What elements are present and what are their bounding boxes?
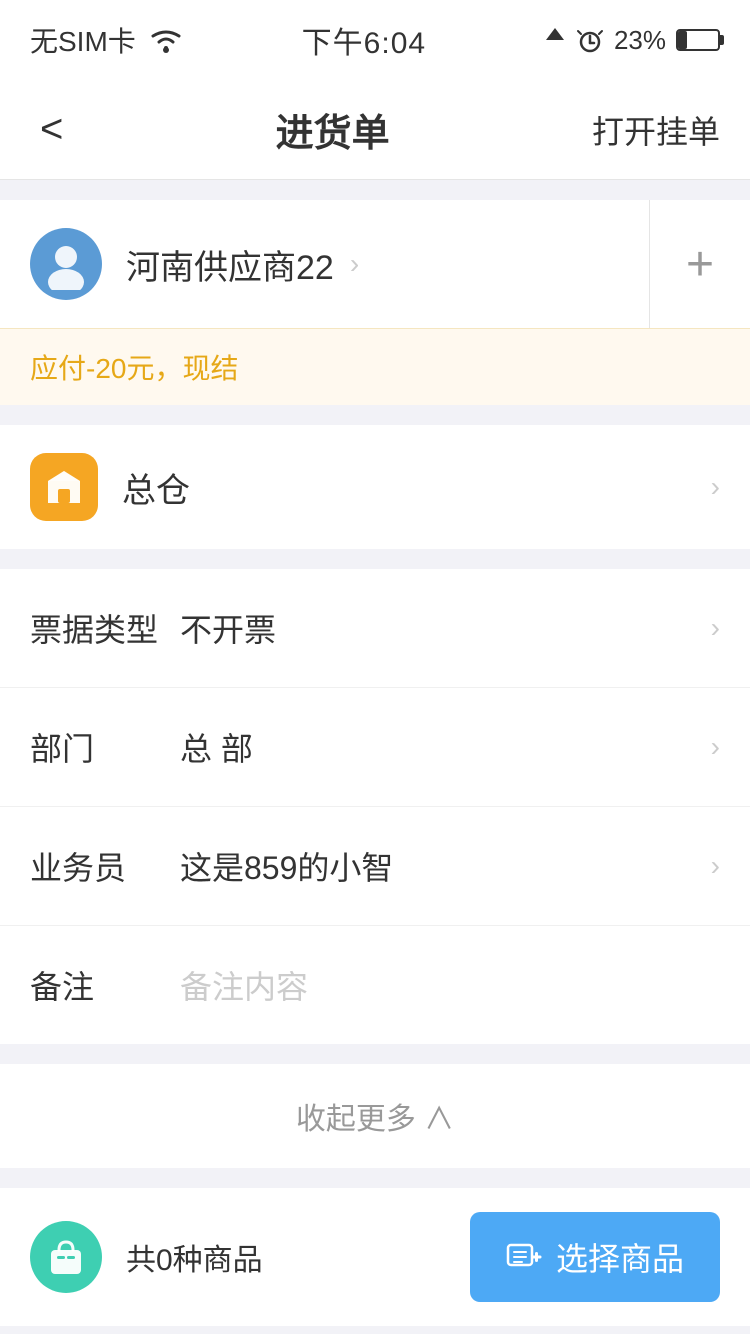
goods-count-label: 共0种商品 — [126, 1235, 470, 1279]
battery-percent: 23% — [614, 25, 666, 56]
location-icon — [544, 26, 566, 54]
remark-row[interactable]: 备注 备注内容 — [0, 926, 750, 1044]
remark-label: 备注 — [30, 962, 180, 1008]
collapse-label: 收起更多 ∧ — [296, 1094, 454, 1138]
status-bar: 无SIM卡 下午6:04 23% — [0, 0, 750, 80]
warehouse-row[interactable]: 总仓 › — [0, 425, 750, 549]
invoice-type-chevron-icon: › — [711, 612, 720, 644]
supplier-chevron-icon: › — [350, 248, 359, 280]
supplier-row[interactable]: 河南供应商22 › — [0, 200, 650, 328]
warehouse-name: 总仓 — [122, 463, 711, 512]
salesperson-value: 这是859的小智 — [180, 843, 695, 889]
warehouse-icon — [30, 453, 98, 521]
department-chevron-icon: › — [711, 731, 720, 763]
status-right: 23% — [544, 25, 720, 56]
salesperson-label: 业务员 — [30, 843, 180, 889]
status-time: 下午6:04 — [302, 18, 426, 62]
notice-text: 应付-20元，现结 — [30, 353, 238, 384]
remark-input[interactable]: 备注内容 — [180, 962, 720, 1008]
department-value: 总 部 — [180, 724, 695, 770]
select-goods-label: 选择商品 — [556, 1234, 684, 1280]
notice-bar: 应付-20元，现结 — [0, 328, 750, 405]
goods-icon — [30, 1221, 102, 1293]
collapse-section: 收起更多 ∧ — [0, 1064, 750, 1168]
department-row[interactable]: 部门 总 部 › — [0, 688, 750, 807]
supplier-section: 河南供应商22 › + — [0, 200, 750, 328]
open-pending-button[interactable]: 打开挂单 — [592, 107, 720, 153]
supplier-name: 河南供应商22 — [126, 240, 334, 289]
back-button[interactable]: < — [30, 97, 73, 162]
department-label: 部门 — [30, 724, 180, 770]
nav-bar: < 进货单 打开挂单 — [0, 80, 750, 180]
battery-icon — [676, 29, 720, 51]
add-supplier-button[interactable]: + — [650, 200, 750, 328]
form-section: 票据类型 不开票 › 部门 总 部 › 业务员 这是859的小智 › 备注 备注… — [0, 569, 750, 1044]
warehouse-chevron-icon: › — [711, 471, 720, 503]
salesperson-row[interactable]: 业务员 这是859的小智 › — [0, 807, 750, 926]
section-gap-1 — [0, 180, 750, 200]
select-goods-button[interactable]: 选择商品 — [470, 1212, 720, 1302]
select-goods-icon — [506, 1239, 542, 1275]
carrier-label: 无SIM卡 — [30, 20, 136, 60]
wifi-icon — [148, 26, 184, 54]
invoice-type-row[interactable]: 票据类型 不开票 › — [0, 569, 750, 688]
status-left: 无SIM卡 — [30, 20, 184, 60]
avatar — [30, 228, 102, 300]
alarm-icon — [576, 26, 604, 54]
salesperson-chevron-icon: › — [711, 850, 720, 882]
bottom-bar: 共0种商品 选择商品 — [0, 1188, 750, 1326]
page-title: 进货单 — [276, 102, 390, 157]
invoice-type-label: 票据类型 — [30, 605, 180, 651]
invoice-type-value: 不开票 — [180, 605, 695, 651]
collapse-button[interactable]: 收起更多 ∧ — [296, 1094, 454, 1138]
